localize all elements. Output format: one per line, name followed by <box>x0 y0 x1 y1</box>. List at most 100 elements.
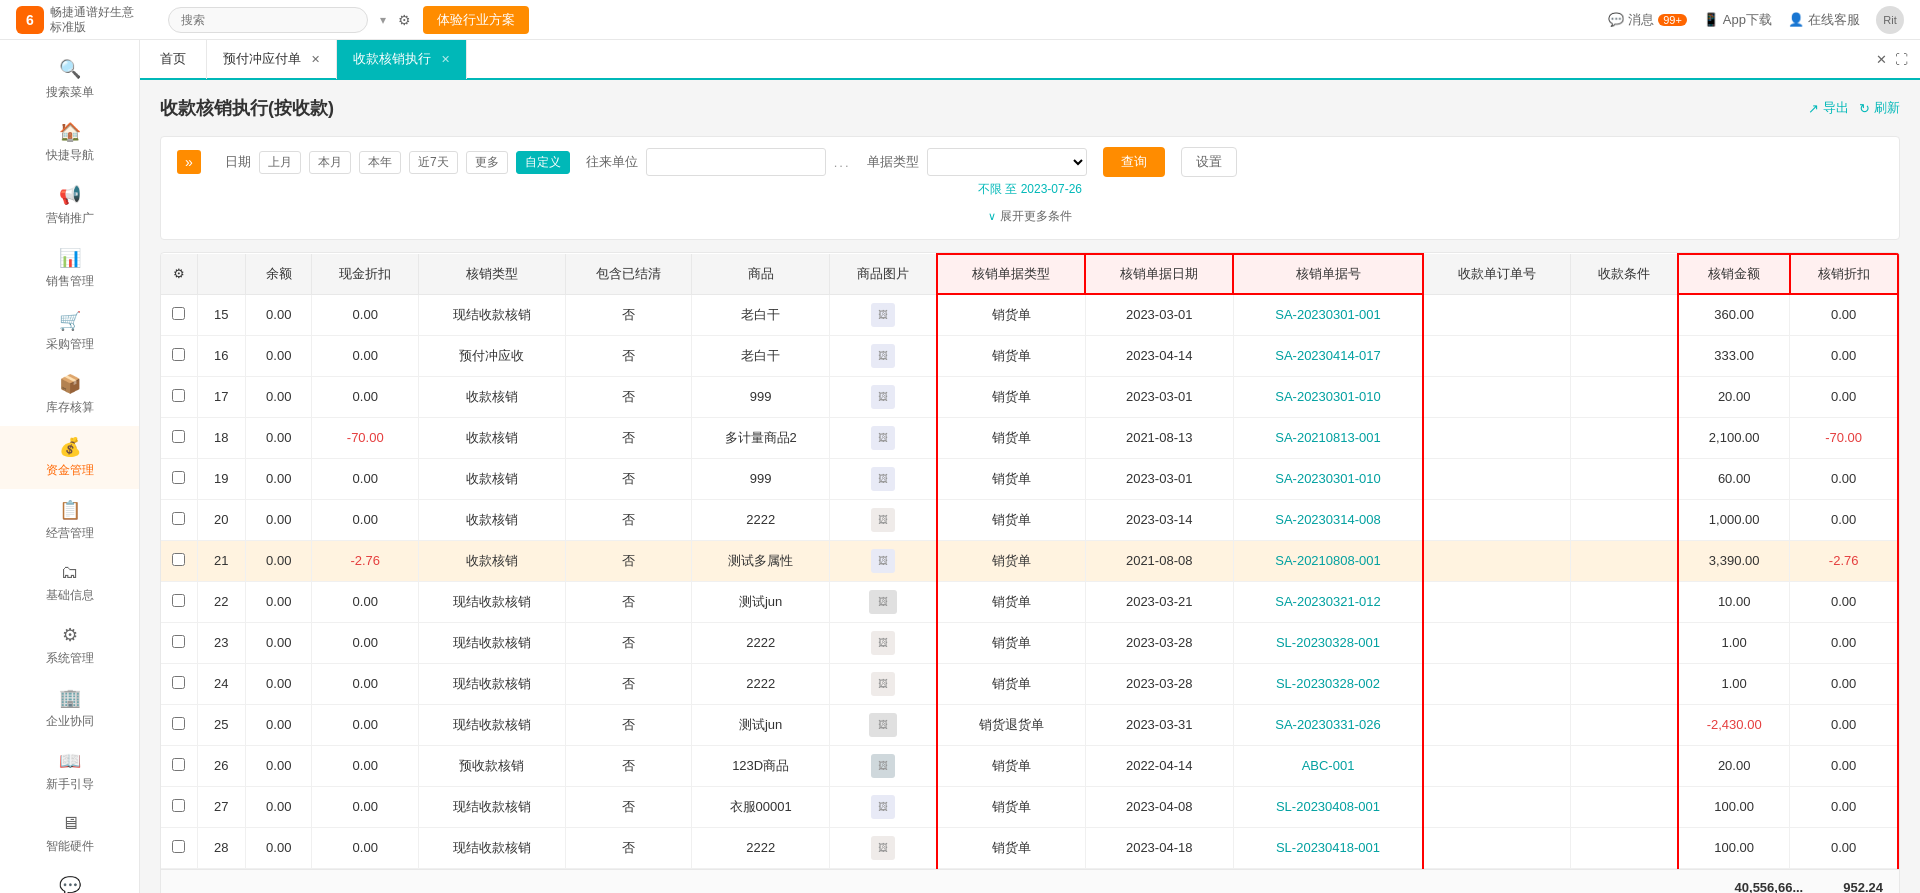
row-checkbox[interactable] <box>172 389 185 402</box>
row-checkbox[interactable] <box>172 676 185 689</box>
row-checkbox[interactable] <box>172 512 185 525</box>
cell-voucher-no[interactable]: SA-20230414-017 <box>1233 335 1423 376</box>
user-profile[interactable]: Rit <box>1876 6 1904 34</box>
cell-voucher-no[interactable]: ABC-001 <box>1233 745 1423 786</box>
tab-expand-icon[interactable]: ⛶ <box>1895 52 1908 67</box>
row-checkbox[interactable] <box>172 430 185 443</box>
this-year-btn[interactable]: 本年 <box>359 151 401 174</box>
cell-checkbox[interactable] <box>161 458 197 499</box>
sidebar-item-purchase[interactable]: 🛒 采购管理 <box>0 300 139 363</box>
this-month-btn[interactable]: 本月 <box>309 151 351 174</box>
row-checkbox[interactable] <box>172 635 185 648</box>
tab-receipt[interactable]: 收款核销执行 ✕ <box>337 40 467 79</box>
voucher-no-link[interactable]: SA-20230331-026 <box>1275 717 1381 732</box>
sidebar-item-sales[interactable]: 📊 销售管理 <box>0 237 139 300</box>
voucher-no-link[interactable]: SA-20230301-010 <box>1275 471 1381 486</box>
voucher-no-link[interactable]: SL-20230328-001 <box>1276 635 1380 650</box>
tab-receipt-close-icon[interactable]: ✕ <box>441 53 450 66</box>
more-date-btn[interactable]: 更多 <box>466 151 508 174</box>
last7-btn[interactable]: 近7天 <box>409 151 458 174</box>
search-dropdown-icon[interactable]: ▾ <box>380 13 386 27</box>
cell-checkbox[interactable] <box>161 622 197 663</box>
row-checkbox[interactable] <box>172 471 185 484</box>
row-checkbox[interactable] <box>172 348 185 361</box>
col-header-settings[interactable]: ⚙ <box>161 254 197 294</box>
voucher-no-link[interactable]: ABC-001 <box>1302 758 1355 773</box>
filter-expand-toggle[interactable]: » <box>177 150 201 174</box>
sidebar-item-nav[interactable]: 🏠 快捷导航 <box>0 111 139 174</box>
sidebar-item-wechat[interactable]: 💬 企业微信 <box>0 865 139 893</box>
sidebar-item-capital[interactable]: 💰 资金管理 <box>0 426 139 489</box>
sidebar-item-inventory[interactable]: 📦 库存核算 <box>0 363 139 426</box>
cell-voucher-no[interactable]: SA-20230331-026 <box>1233 704 1423 745</box>
row-checkbox[interactable] <box>172 307 185 320</box>
row-checkbox[interactable] <box>172 840 185 853</box>
voucher-type-select[interactable] <box>927 148 1087 176</box>
partner-input[interactable] <box>646 148 826 176</box>
cell-voucher-no[interactable]: SL-20230328-001 <box>1233 622 1423 663</box>
cell-checkbox[interactable] <box>161 581 197 622</box>
export-button[interactable]: ↗ 导出 <box>1808 99 1849 117</box>
sidebar-item-guide[interactable]: 📖 新手引导 <box>0 740 139 803</box>
cell-checkbox[interactable] <box>161 417 197 458</box>
message-button[interactable]: 💬 消息 99+ <box>1608 11 1687 29</box>
row-checkbox[interactable] <box>172 758 185 771</box>
voucher-no-link[interactable]: SA-20210808-001 <box>1275 553 1381 568</box>
cell-voucher-no[interactable]: SA-20230301-010 <box>1233 458 1423 499</box>
cell-voucher-no[interactable]: SA-20210808-001 <box>1233 540 1423 581</box>
filter-settings-button[interactable]: 设置 <box>1181 147 1237 177</box>
cell-voucher-no[interactable]: SA-20230314-008 <box>1233 499 1423 540</box>
tab-prepay[interactable]: 预付冲应付单 ✕ <box>207 40 337 79</box>
cell-voucher-no[interactable]: SA-20230321-012 <box>1233 581 1423 622</box>
col-settings-icon[interactable]: ⚙ <box>173 266 185 281</box>
sidebar-item-enterprise[interactable]: 🏢 企业协同 <box>0 677 139 740</box>
row-checkbox[interactable] <box>172 553 185 566</box>
cell-checkbox[interactable] <box>161 786 197 827</box>
voucher-no-link[interactable]: SA-20230301-010 <box>1275 389 1381 404</box>
voucher-no-link[interactable]: SA-20210813-001 <box>1275 430 1381 445</box>
sidebar-item-hardware[interactable]: 🖥 智能硬件 <box>0 803 139 865</box>
industry-solution-button[interactable]: 体验行业方案 <box>423 6 529 34</box>
settings-icon[interactable]: ⚙ <box>398 12 411 28</box>
voucher-no-link[interactable]: SA-20230314-008 <box>1275 512 1381 527</box>
cell-voucher-no[interactable]: SL-20230408-001 <box>1233 786 1423 827</box>
tab-close-all-icon[interactable]: ✕ <box>1876 52 1887 67</box>
query-button[interactable]: 查询 <box>1103 147 1165 177</box>
sidebar-item-search[interactable]: 🔍 搜索菜单 <box>0 48 139 111</box>
cell-voucher-no[interactable]: SL-20230418-001 <box>1233 827 1423 868</box>
sidebar-item-operation[interactable]: 📋 经营管理 <box>0 489 139 552</box>
row-checkbox[interactable] <box>172 717 185 730</box>
cell-checkbox[interactable] <box>161 335 197 376</box>
row-checkbox[interactable] <box>172 594 185 607</box>
cell-checkbox[interactable] <box>161 745 197 786</box>
cell-checkbox[interactable] <box>161 663 197 704</box>
voucher-no-link[interactable]: SL-20230328-002 <box>1276 676 1380 691</box>
tab-prepay-close-icon[interactable]: ✕ <box>311 53 320 66</box>
cell-checkbox[interactable] <box>161 294 197 335</box>
cell-voucher-no[interactable]: SL-20230328-002 <box>1233 663 1423 704</box>
app-download-button[interactable]: 📱 App下载 <box>1703 11 1772 29</box>
row-checkbox[interactable] <box>172 799 185 812</box>
cell-voucher-no[interactable]: SA-20230301-001 <box>1233 294 1423 335</box>
voucher-no-link[interactable]: SL-20230408-001 <box>1276 799 1380 814</box>
voucher-no-link[interactable]: SL-20230418-001 <box>1276 840 1380 855</box>
cell-voucher-no[interactable]: SA-20210813-001 <box>1233 417 1423 458</box>
voucher-no-link[interactable]: SA-20230321-012 <box>1275 594 1381 609</box>
cell-checkbox[interactable] <box>161 376 197 417</box>
top-search-input[interactable] <box>181 13 355 27</box>
online-service-button[interactable]: 👤 在线客服 <box>1788 11 1860 29</box>
expand-more-button[interactable]: ∨ 展开更多条件 <box>988 204 1072 229</box>
refresh-button[interactable]: ↻ 刷新 <box>1859 99 1900 117</box>
cell-checkbox[interactable] <box>161 827 197 868</box>
last-month-btn[interactable]: 上月 <box>259 151 301 174</box>
sidebar-item-basic[interactable]: 🗂 基础信息 <box>0 552 139 614</box>
cell-voucher-no[interactable]: SA-20230301-010 <box>1233 376 1423 417</box>
cell-checkbox[interactable] <box>161 540 197 581</box>
tab-home[interactable]: 首页 <box>140 40 207 79</box>
custom-date-btn[interactable]: 自定义 <box>516 151 570 174</box>
voucher-no-link[interactable]: SA-20230414-017 <box>1275 348 1381 363</box>
top-search-box[interactable] <box>168 7 368 33</box>
cell-checkbox[interactable] <box>161 499 197 540</box>
cell-checkbox[interactable] <box>161 704 197 745</box>
sidebar-item-system[interactable]: ⚙ 系统管理 <box>0 614 139 677</box>
